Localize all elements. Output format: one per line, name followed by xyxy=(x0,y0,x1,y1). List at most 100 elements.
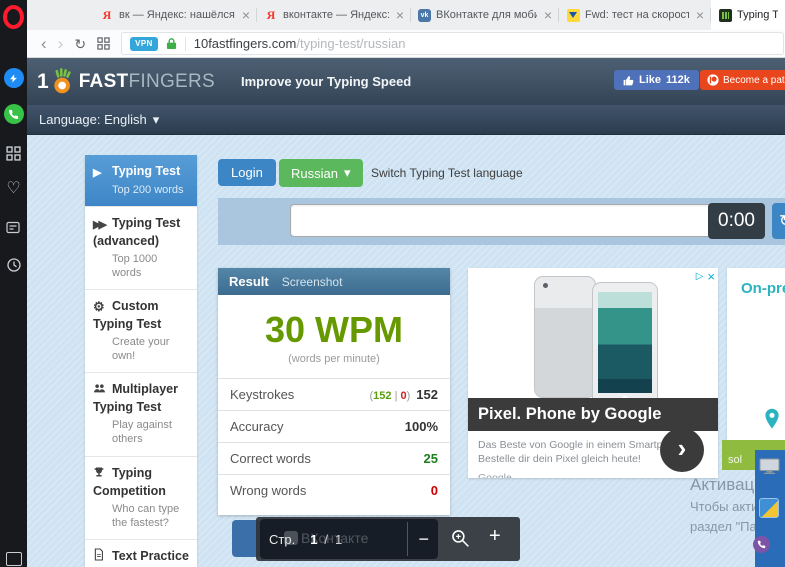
patreon-button[interactable]: Become a patron xyxy=(700,70,785,90)
browser-tab[interactable]: Fwd: тест на скорость пе × xyxy=(559,0,711,30)
wpm-value: 30 WPM xyxy=(264,309,404,350)
rail-bottom-icon[interactable] xyxy=(0,552,27,566)
ad-headline: Pixel. Phone by Google xyxy=(468,398,718,431)
adchoices-icon[interactable]: ▷ xyxy=(696,271,704,282)
site-tagline: Improve your Typing Speed xyxy=(241,74,412,89)
wrong-words-label: Wrong words xyxy=(230,483,307,498)
sidebar-item-text-practice[interactable]: Text Practice Practice your own Text xyxy=(85,540,197,567)
sidebar-item-multiplayer[interactable]: Multiplayer Typing Test Play against oth… xyxy=(85,373,197,457)
sidebar-item-typing-test-advanced[interactable]: ▶▶ Typing Test (advanced) Top 1000 words xyxy=(85,207,197,291)
opera-logo-icon[interactable] xyxy=(0,5,27,29)
news-feed-icon[interactable] xyxy=(0,221,27,235)
viber-icon[interactable] xyxy=(753,536,770,553)
zoom-in-button[interactable]: + xyxy=(489,525,501,548)
ad-advertiser: Google xyxy=(478,472,708,478)
tab-bar: Я вк — Яндекс: нашёлся 31 × Я вконтакте … xyxy=(27,0,785,30)
reload-icon[interactable]: ↻ xyxy=(74,37,86,51)
bookmarks-heart-icon[interactable]: ♡ xyxy=(0,181,27,197)
gears-icon: ⚙ xyxy=(93,299,105,315)
zoom-out-button[interactable]: − xyxy=(408,529,429,550)
wpm-caption: (words per minute) xyxy=(288,353,380,365)
tab-tiles-icon[interactable] xyxy=(97,37,110,50)
language-select-button[interactable]: Russian ▾ xyxy=(279,159,363,187)
tenfastfingers-logo[interactable]: 1 FASTFINGERS xyxy=(37,67,215,97)
play-icon: ▶ xyxy=(93,167,102,179)
right-ad-panel[interactable]: On-pre xyxy=(727,268,785,440)
app-shortcut-icon[interactable] xyxy=(759,498,779,518)
timer-display: 0:00 xyxy=(708,203,765,239)
ad-next-arrow-button[interactable]: › xyxy=(660,428,704,472)
browser-tab[interactable]: Я вк — Яндекс: нашёлся 31 × xyxy=(93,0,257,30)
location-pin-icon xyxy=(763,408,781,435)
url-text: 10fastfingers.com/typing-test/russian xyxy=(194,36,406,51)
table-row-correct-words: Correct words 25 xyxy=(218,442,450,474)
page-current-input[interactable]: 1 xyxy=(310,532,317,547)
sidebar-item-typing-test[interactable]: ▶ Typing Test Top 200 words xyxy=(85,155,197,208)
browser-tab[interactable]: Я вконтакте — Яндекс: наш × xyxy=(257,0,411,30)
back-icon[interactable]: ‹ xyxy=(41,35,47,52)
logo-fast: FAST xyxy=(78,70,129,92)
close-icon[interactable]: × xyxy=(394,8,404,22)
document-icon xyxy=(93,548,107,566)
thumbs-up-icon xyxy=(623,75,634,85)
table-row-accuracy: Accuracy 100% xyxy=(218,410,450,442)
pixel-phone-back-image xyxy=(534,276,596,398)
close-icon[interactable]: × xyxy=(694,8,704,22)
result-card: Result Screenshot 30 WPM (words per minu… xyxy=(218,268,450,515)
restart-test-button[interactable]: ↻ xyxy=(772,203,785,239)
browser-tab[interactable]: vk ВКонтакте для мобильны × xyxy=(411,0,559,30)
ad-banner[interactable]: ▷ × Pixel. Phone by Google Das Beste von… xyxy=(468,268,718,478)
sidebar-item-typing-competition[interactable]: Typing Competition Who can type the fast… xyxy=(85,457,197,541)
ad-close-icon[interactable]: × xyxy=(707,270,715,283)
typing-input[interactable] xyxy=(290,204,712,237)
green-strip-text: sol xyxy=(728,454,743,466)
table-row-keystrokes: Keystrokes (152 | 0) 152 xyxy=(218,378,450,410)
desktop-window-edge xyxy=(753,450,785,567)
result-card-header: Result Screenshot xyxy=(218,268,450,295)
secure-lock-icon xyxy=(166,38,176,49)
tab-title: вконтакте — Яндекс: наш xyxy=(283,9,389,21)
like-count: 112k xyxy=(666,74,690,86)
page-content: ▶ Typing Test Top 200 words ▶▶ Typing Test… xyxy=(27,135,785,567)
forward-icon[interactable]: › xyxy=(58,35,64,52)
url-field[interactable]: VPN 10fastfingers.com/typing-test/russia… xyxy=(121,32,784,55)
nav-subtitle: Who can type the fastest? xyxy=(112,502,180,529)
nav-subtitle: Top 1000 words xyxy=(112,252,158,280)
messenger-icon[interactable] xyxy=(0,68,27,88)
nav-subtitle: Top 200 words xyxy=(112,183,184,196)
language-bar-label: Language: English xyxy=(39,112,147,127)
facebook-like-button[interactable]: Like 112k xyxy=(614,70,699,90)
address-separator xyxy=(184,36,186,51)
sidebar-item-custom-typing-test[interactable]: ⚙ Custom Typing Test Create your own! xyxy=(85,290,197,374)
nav-subtitle: Play against others xyxy=(112,419,172,446)
history-clock-icon[interactable] xyxy=(0,257,27,273)
zoom-in-magnifier-icon[interactable] xyxy=(450,528,471,554)
browser-tab-active[interactable]: Typing Test Russian xyxy=(711,0,785,30)
accuracy-value: 100% xyxy=(404,419,438,434)
wrong-words-value: 0 xyxy=(430,483,438,498)
mail-favicon xyxy=(566,8,580,22)
vpn-badge[interactable]: VPN xyxy=(130,36,158,51)
hand-logo-icon xyxy=(54,67,71,93)
vk-favicon: vk xyxy=(418,8,431,22)
tab-result[interactable]: Result xyxy=(229,274,269,289)
tab-title: Typing Test Russian xyxy=(737,9,778,21)
language-bar[interactable]: Language: English ▾ xyxy=(27,105,785,135)
browser-side-rail: ♡ xyxy=(0,0,27,567)
login-label: Login xyxy=(231,165,263,180)
close-icon[interactable]: × xyxy=(240,8,250,22)
speed-dial-icon[interactable] xyxy=(0,146,27,161)
page-number-box: ВКонтакте Стр. 1 / 1 − xyxy=(260,519,438,559)
reload-icon: ↻ xyxy=(779,211,785,231)
whatsapp-icon[interactable] xyxy=(0,104,27,124)
tab-screenshot[interactable]: Screenshot xyxy=(282,275,343,289)
url-path: /typing-test/russian xyxy=(296,36,406,51)
chevron-down-icon: ▾ xyxy=(343,165,351,180)
monitor-icon[interactable] xyxy=(759,458,780,480)
windows-watermark-line: Чтобы акти xyxy=(690,499,759,514)
yandex-favicon: Я xyxy=(102,7,112,22)
close-icon[interactable]: × xyxy=(542,8,552,22)
url-domain: 10fastfingers.com xyxy=(193,36,297,51)
login-button[interactable]: Login xyxy=(218,159,276,186)
keystrokes-paren: ) xyxy=(406,390,411,402)
